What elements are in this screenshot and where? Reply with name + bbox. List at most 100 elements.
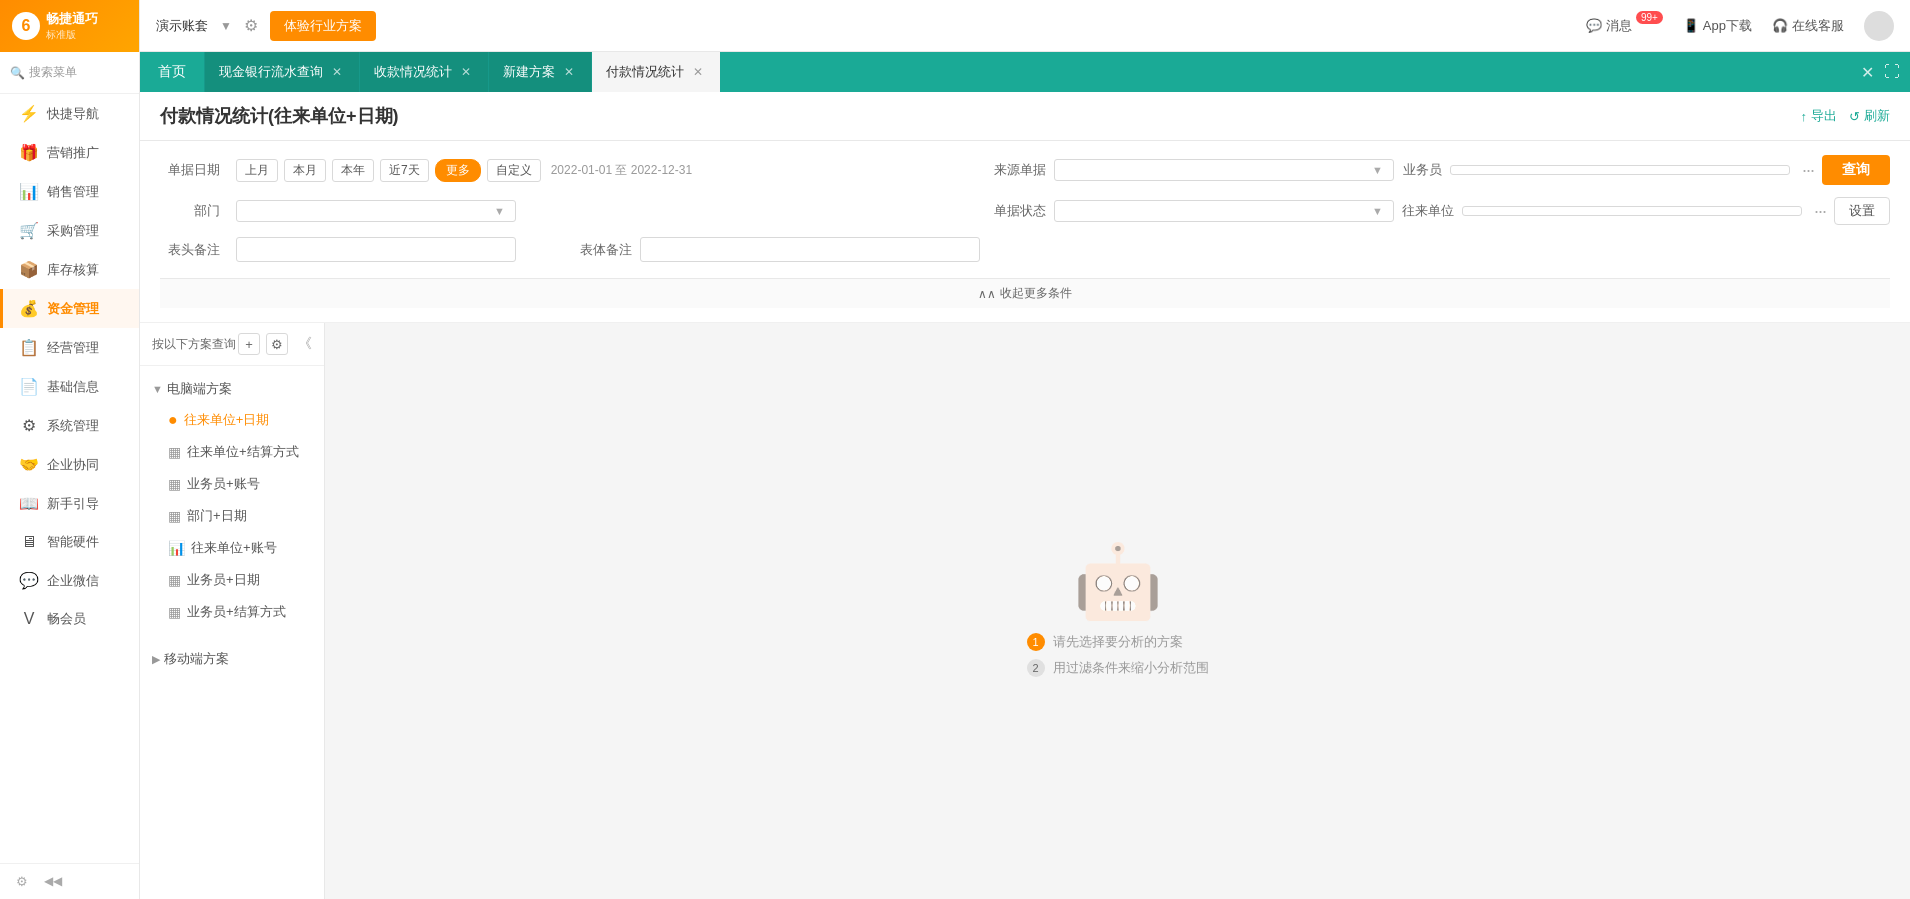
search-label: 搜索菜单 — [29, 64, 77, 81]
tab-new-scheme[interactable]: 新建方案 ✕ — [488, 52, 591, 92]
date-opt-more[interactable]: 更多 — [435, 159, 481, 182]
mobile-section-label: 移动端方案 — [164, 650, 229, 668]
tip-num-2: 2 — [1027, 659, 1045, 677]
maximize-icon[interactable]: ⛶ — [1884, 63, 1900, 81]
date-range-display: 2022-01-01 至 2022-12-31 — [551, 162, 692, 179]
scheme-item-label: 往来单位+日期 — [184, 411, 270, 429]
settings-icon[interactable]: ⚙ — [16, 874, 28, 889]
scheme-item-dept-date[interactable]: ▦ 部门+日期 — [140, 500, 324, 532]
tab-receipt-stats[interactable]: 收款情况统计 ✕ — [359, 52, 488, 92]
sidebar-item-label: 经营管理 — [47, 339, 99, 357]
service-btn[interactable]: 🎧 在线客服 — [1772, 17, 1844, 35]
tabbar: 首页 现金银行流水查询 ✕ 收款情况统计 ✕ 新建方案 ✕ 付款情况统计 ✕ ✕… — [140, 52, 1910, 92]
message-btn[interactable]: 💬 消息 99+ — [1586, 17, 1663, 35]
staff-select[interactable] — [1450, 165, 1790, 175]
tab-close-icon[interactable]: ✕ — [329, 64, 345, 80]
scheme-item-label: 往来单位+账号 — [191, 539, 277, 557]
tab-payment-stats[interactable]: 付款情况统计 ✕ — [591, 52, 720, 92]
refresh-label: 刷新 — [1864, 107, 1890, 125]
date-opt-this-month[interactable]: 本月 — [284, 159, 326, 182]
scheme-item-icon: ▦ — [168, 604, 181, 620]
scheme-collapse-btn[interactable]: 《 — [298, 335, 312, 353]
sidebar-search-area[interactable]: 🔍 搜索菜单 — [0, 52, 139, 94]
logo-name: 畅捷通巧 — [46, 10, 98, 28]
company-dropdown-icon[interactable]: ▼ — [220, 19, 232, 33]
date-opt-custom[interactable]: 自定义 — [487, 159, 541, 182]
sidebar-item-marketing[interactable]: 🎁 营销推广 — [0, 133, 139, 172]
desktop-section-header[interactable]: ▼ 电脑端方案 — [140, 374, 324, 404]
close-all-tabs-icon[interactable]: ✕ — [1861, 63, 1874, 82]
body-note-input[interactable] — [649, 242, 971, 257]
date-opt-last-month[interactable]: 上月 — [236, 159, 278, 182]
source-label: 来源单据 — [986, 161, 1046, 179]
main-content: 演示账套 ▼ ⚙ 体验行业方案 💬 消息 99+ 📱 App下载 🎧 在线客服 … — [140, 0, 1910, 899]
sidebar-nav: ⚡ 快捷导航 🎁 营销推广 📊 销售管理 🛒 采购管理 📦 库存核算 💰 资金管… — [0, 94, 139, 863]
page-title: 付款情况统计(往来单位+日期) — [160, 104, 399, 128]
scheme-settings-btn[interactable]: ⚙ — [266, 333, 288, 355]
sidebar-item-purchase[interactable]: 🛒 采购管理 — [0, 211, 139, 250]
refresh-btn[interactable]: ↺ 刷新 — [1849, 107, 1890, 125]
collapse-sidebar-icon[interactable]: ◀◀ — [44, 874, 62, 889]
tip-num-1: 1 — [1027, 633, 1045, 651]
tab-label: 现金银行流水查询 — [219, 63, 323, 81]
header-note-label: 表头备注 — [160, 241, 220, 259]
body-note-input-wrap[interactable] — [640, 237, 980, 262]
filter-row-1: 单据日期 上月 本月 本年 近7天 更多 自定义 2022-01-01 至 20… — [160, 155, 1890, 185]
scheme-item-partner-settle[interactable]: ▦ 往来单位+结算方式 — [140, 436, 324, 468]
sidebar-item-quick-nav[interactable]: ⚡ 快捷导航 — [0, 94, 139, 133]
collapse-conditions-btn[interactable]: ∧∧ 收起更多条件 — [160, 278, 1890, 308]
source-select[interactable]: ▼ — [1054, 159, 1394, 181]
sidebar-item-enterprise[interactable]: 🤝 企业协同 — [0, 445, 139, 484]
trial-btn[interactable]: 体验行业方案 — [270, 11, 376, 41]
sidebar-item-hardware[interactable]: 🖥 智能硬件 — [0, 523, 139, 561]
dept-select[interactable]: ▼ — [236, 200, 516, 222]
tab-home[interactable]: 首页 — [140, 52, 204, 92]
empty-tip-1: 1 请先选择要分析的方案 — [1027, 633, 1209, 651]
scheme-item-staff-account[interactable]: ▦ 业务员+账号 — [140, 468, 324, 500]
sidebar-item-label: 销售管理 — [47, 183, 99, 201]
user-avatar[interactable] — [1864, 11, 1894, 41]
scheme-item-staff-date[interactable]: ▦ 业务员+日期 — [140, 564, 324, 596]
sidebar-item-guide[interactable]: 📖 新手引导 — [0, 484, 139, 523]
staff-more-btn[interactable]: ··· — [1802, 160, 1814, 181]
sidebar-item-sales[interactable]: 📊 销售管理 — [0, 172, 139, 211]
sidebar-item-inventory[interactable]: 📦 库存核算 — [0, 250, 139, 289]
sales-icon: 📊 — [19, 182, 39, 201]
export-btn[interactable]: ↑ 导出 — [1801, 107, 1838, 125]
tab-bank-flow[interactable]: 现金银行流水查询 ✕ — [204, 52, 359, 92]
add-scheme-btn[interactable]: + — [238, 333, 260, 355]
desktop-schemes-section: ▼ 电脑端方案 ● 往来单位+日期 ▦ 往来单位+结算方式 ▦ — [140, 366, 324, 636]
tab-close-icon[interactable]: ✕ — [458, 64, 474, 80]
mobile-section-header[interactable]: ▶ 移动端方案 — [140, 644, 324, 674]
scheme-item-partner-account[interactable]: 📊 往来单位+账号 — [140, 532, 324, 564]
tip-1-text: 请先选择要分析的方案 — [1053, 633, 1183, 651]
sidebar-item-vip[interactable]: V 畅会员 — [0, 600, 139, 638]
sidebar-item-weixin[interactable]: 💬 企业微信 — [0, 561, 139, 600]
topbar-settings-icon[interactable]: ⚙ — [244, 16, 258, 35]
tab-close-icon[interactable]: ✕ — [561, 64, 577, 80]
settings-button[interactable]: 设置 — [1834, 197, 1890, 225]
scheme-item-partner-date[interactable]: ● 往来单位+日期 — [140, 404, 324, 436]
sidebar-item-operations[interactable]: 📋 经营管理 — [0, 328, 139, 367]
sidebar-item-finance[interactable]: 💰 资金管理 — [0, 289, 139, 328]
date-opt-this-year[interactable]: 本年 — [332, 159, 374, 182]
voucher-status-select[interactable]: ▼ — [1054, 200, 1394, 222]
query-button[interactable]: 查询 — [1822, 155, 1890, 185]
sidebar-item-system[interactable]: ⚙ 系统管理 — [0, 406, 139, 445]
export-label: 导出 — [1811, 107, 1837, 125]
app-download-btn[interactable]: 📱 App下载 — [1683, 17, 1752, 35]
date-opt-7days[interactable]: 近7天 — [380, 159, 429, 182]
header-note-input[interactable] — [245, 242, 507, 257]
sidebar-item-basic-info[interactable]: 📄 基础信息 — [0, 367, 139, 406]
tab-close-icon[interactable]: ✕ — [690, 64, 706, 80]
partner-select[interactable] — [1462, 206, 1802, 216]
scheme-item-label: 业务员+日期 — [187, 571, 260, 589]
weixin-icon: 💬 — [19, 571, 39, 590]
partner-more-btn[interactable]: ··· — [1814, 201, 1826, 222]
header-note-input-wrap[interactable] — [236, 237, 516, 262]
scheme-item-staff-settle[interactable]: ▦ 业务员+结算方式 — [140, 596, 324, 628]
sidebar-item-label: 资金管理 — [47, 300, 99, 318]
voucher-status-label: 单据状态 — [986, 202, 1046, 220]
search-menu[interactable]: 🔍 搜索菜单 — [10, 60, 129, 85]
sidebar-item-label: 库存核算 — [47, 261, 99, 279]
